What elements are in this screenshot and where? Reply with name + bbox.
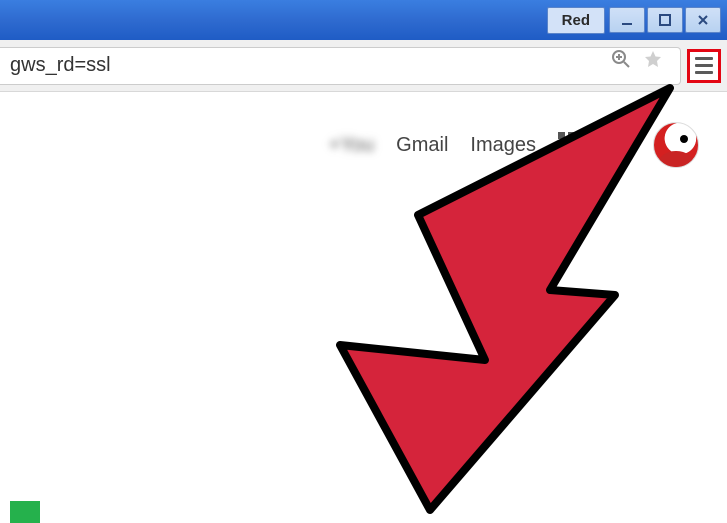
star-icon — [643, 49, 663, 69]
address-bar-text: gws_rd=ssl — [10, 54, 111, 77]
minimize-icon — [620, 13, 634, 27]
titlebar-label: Red — [547, 7, 605, 34]
zoom-button[interactable] — [609, 47, 633, 71]
bookmark-button[interactable] — [641, 47, 665, 71]
nav-item-gmail[interactable]: Gmail — [396, 134, 448, 157]
close-icon — [696, 13, 710, 27]
apps-launcher-icon[interactable] — [558, 132, 585, 159]
chrome-menu-button[interactable] — [687, 49, 721, 83]
zoom-icon — [611, 49, 631, 69]
window-titlebar: Red — [0, 0, 727, 40]
nav-item-blurred[interactable]: +You — [329, 134, 374, 157]
maximize-icon — [658, 13, 672, 27]
page-top-nav: +You Gmail Images — [0, 92, 727, 168]
profile-avatar[interactable] — [653, 122, 699, 168]
close-button[interactable] — [685, 7, 721, 33]
nav-item-images[interactable]: Images — [470, 134, 536, 157]
decorative-green-shape — [10, 501, 40, 523]
address-bar-actions — [609, 47, 665, 71]
hamburger-icon — [695, 57, 713, 74]
maximize-button[interactable] — [647, 7, 683, 33]
minimize-button[interactable] — [609, 7, 645, 33]
address-bar[interactable]: gws_rd=ssl — [0, 47, 681, 85]
